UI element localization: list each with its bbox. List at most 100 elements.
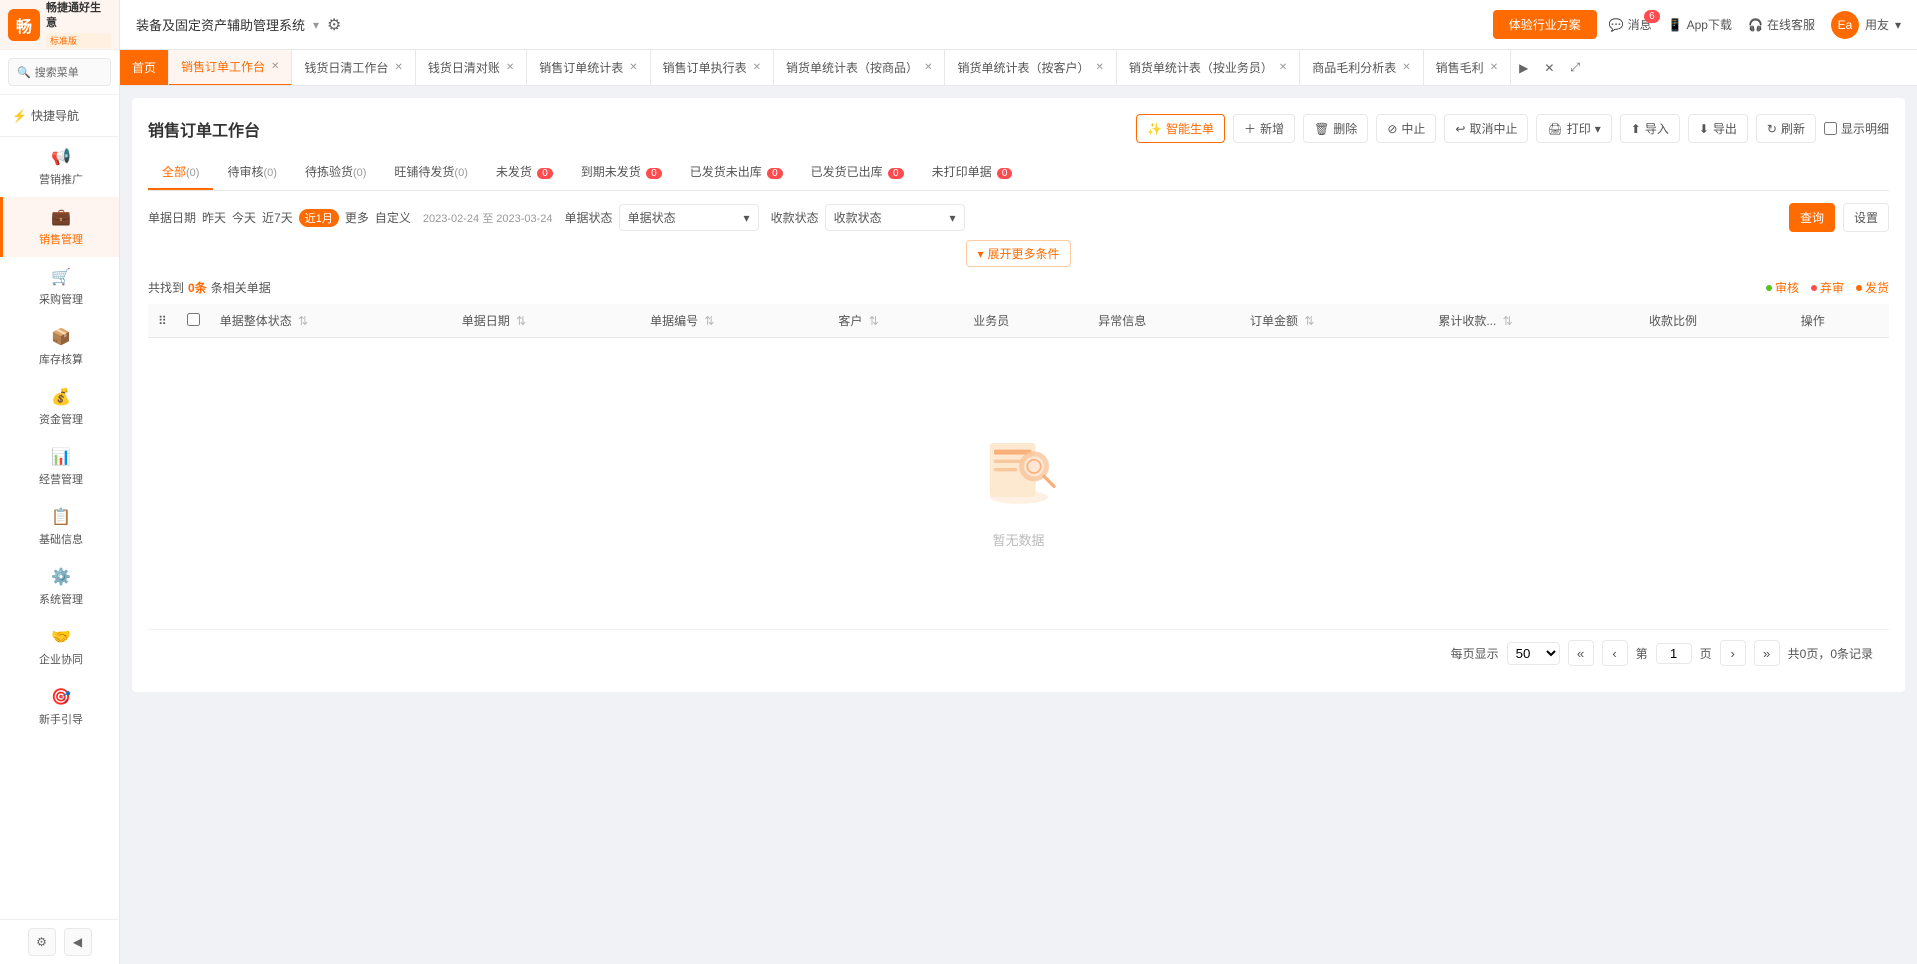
select-all-checkbox[interactable] xyxy=(187,313,200,326)
smart-generate-button[interactable]: ✨ 智能生单 xyxy=(1136,114,1225,143)
sidebar-item-newbie[interactable]: 🎯 新手引导 xyxy=(0,677,119,737)
purchase-label: 采购管理 xyxy=(39,291,83,307)
tab-sales-stat-staff-close[interactable]: ✕ xyxy=(1279,62,1287,73)
tab-sales-workbench-close[interactable]: ✕ xyxy=(271,61,279,72)
app-download-button[interactable]: 📱 App下载 xyxy=(1668,16,1732,33)
sidebar-item-inventory[interactable]: 📦 库存核算 xyxy=(0,317,119,377)
tabs-maximize-button[interactable]: ⤢ xyxy=(1562,50,1588,86)
header-settings-icon[interactable]: ⚙ xyxy=(327,15,341,35)
sub-tab-not-printed[interactable]: 未打印单据 0 xyxy=(918,155,1027,190)
industry-solution-button[interactable]: 体验行业方案 xyxy=(1493,10,1597,39)
page-size-select[interactable]: 50 10 20 100 xyxy=(1507,642,1560,665)
message-button[interactable]: 💬 消息 6 xyxy=(1609,16,1652,33)
date-custom[interactable]: 自定义 xyxy=(375,209,411,227)
sub-tab-wangpu[interactable]: 旺铺待发货(0) xyxy=(380,155,481,190)
tab-cash-daily-close[interactable]: ✕ xyxy=(394,62,402,73)
th-status[interactable]: 单据整体状态 ⇅ xyxy=(210,304,452,338)
tab-cash-reconcile-close[interactable]: ✕ xyxy=(506,62,514,73)
query-button[interactable]: 查询 xyxy=(1789,203,1835,232)
th-number[interactable]: 单据编号 ⇅ xyxy=(640,304,828,338)
search-menu-button[interactable]: 🔍 搜索菜单 xyxy=(8,58,111,86)
table-scroll-container[interactable]: ⠿ 单据整体状态 ⇅ 单据日期 ⇅ xyxy=(148,304,1889,338)
sidebar-item-finance[interactable]: 💰 资金管理 xyxy=(0,377,119,437)
tab-sales-stat-product[interactable]: 销货单统计表（按商品） ✕ xyxy=(774,50,945,86)
tabs-close-all-button[interactable]: ✕ xyxy=(1536,50,1562,86)
tab-sales-stats-close[interactable]: ✕ xyxy=(629,62,637,73)
payment-select[interactable]: 收款状态 ▾ xyxy=(825,204,965,231)
sidebar-item-marketing[interactable]: 📢 营销推广 xyxy=(0,137,119,197)
page-input[interactable] xyxy=(1656,643,1692,664)
user-area[interactable]: Ea 用友 ▾ xyxy=(1831,11,1901,39)
settings-button[interactable]: 设置 xyxy=(1843,203,1889,232)
sub-tab-shipped-not-out[interactable]: 已发货未出库 0 xyxy=(676,155,797,190)
tab-sales-profit[interactable]: 销售毛利 ✕ xyxy=(1424,50,1511,86)
export-button[interactable]: ⬇ 导出 xyxy=(1688,114,1748,143)
print-icon: 🖨 xyxy=(1547,122,1562,136)
tab-sales-stat-product-close[interactable]: ✕ xyxy=(924,62,932,73)
sidebar-item-system[interactable]: ⚙️ 系统管理 xyxy=(0,557,119,617)
expand-filter-button[interactable]: ▾ 展开更多条件 xyxy=(966,240,1070,267)
sidebar-item-purchase[interactable]: 🛒 采购管理 xyxy=(0,257,119,317)
sub-tab-overdue-not-shipped[interactable]: 到期未发货 0 xyxy=(567,155,676,190)
sub-tab-not-shipped[interactable]: 未发货 0 xyxy=(482,155,567,190)
add-button[interactable]: ＋ 新增 xyxy=(1233,114,1295,143)
date-1month[interactable]: 近1月 xyxy=(299,209,339,227)
sidebar-item-enterprise[interactable]: 🤝 企业协同 xyxy=(0,617,119,677)
last-page-button[interactable]: » xyxy=(1754,640,1780,666)
prev-page-button[interactable]: ‹ xyxy=(1602,640,1628,666)
sub-tab-pending-review[interactable]: 待审核(0) xyxy=(213,155,290,190)
tab-home[interactable]: 首页 xyxy=(120,50,169,86)
cancel-stop-button[interactable]: ↩ 取消中止 xyxy=(1444,114,1528,143)
ship-quick-link[interactable]: 发货 xyxy=(1856,279,1889,296)
tab-sales-profit-close[interactable]: ✕ xyxy=(1490,62,1498,73)
show-detail-checkbox[interactable] xyxy=(1824,122,1837,135)
delete-button[interactable]: 🗑 删除 xyxy=(1303,114,1368,143)
tab-sales-stat-staff[interactable]: 销货单统计表（按业务员） ✕ xyxy=(1117,50,1300,86)
th-amount[interactable]: 订单金额 ⇅ xyxy=(1240,304,1428,338)
tabs-more-button[interactable]: ▶ xyxy=(1511,50,1536,86)
show-detail-label[interactable]: 显示明细 xyxy=(1824,120,1889,137)
status-select[interactable]: 单据状态 ▾ xyxy=(619,204,759,231)
th-collected[interactable]: 累计收款... ⇅ xyxy=(1428,304,1639,338)
date-today[interactable]: 今天 xyxy=(232,209,256,227)
review-quick-link[interactable]: 审核 xyxy=(1766,279,1799,296)
quick-nav-item[interactable]: ⚡ 快捷导航 xyxy=(8,101,111,130)
refresh-button[interactable]: ↻ 刷新 xyxy=(1756,114,1816,143)
tab-sales-stat-staff-label: 销货单统计表（按业务员） xyxy=(1129,59,1273,76)
tab-goods-margin-close[interactable]: ✕ xyxy=(1402,62,1410,73)
print-button[interactable]: 🖨 打印 ▾ xyxy=(1536,114,1611,143)
date-yesterday[interactable]: 昨天 xyxy=(202,209,226,227)
tab-sales-stat-customer[interactable]: 销货单统计表（按客户） ✕ xyxy=(945,50,1116,86)
tab-goods-margin[interactable]: 商品毛利分析表 ✕ xyxy=(1300,50,1423,86)
collapse-footer-button[interactable]: ◀ xyxy=(64,928,92,956)
tab-cash-reconcile-label: 钱货日清对账 xyxy=(428,59,500,76)
tab-cash-daily[interactable]: 钱货日清工作台 ✕ xyxy=(292,50,415,86)
payment-filter-item: 收款状态 收款状态 ▾ xyxy=(771,204,965,231)
tab-sales-exec[interactable]: 销售订单执行表 ✕ xyxy=(651,50,774,86)
sidebar-item-operations[interactable]: 📊 经营管理 xyxy=(0,437,119,497)
tab-sales-stat-customer-close[interactable]: ✕ xyxy=(1095,62,1103,73)
settings-footer-button[interactable]: ⚙ xyxy=(28,928,56,956)
date-7days[interactable]: 近7天 xyxy=(262,209,293,227)
newbie-label: 新手引导 xyxy=(39,711,83,727)
online-service-button[interactable]: 🎧 在线客服 xyxy=(1748,16,1815,33)
sub-tab-pending-inspect[interactable]: 待拣验货(0) xyxy=(291,155,380,190)
next-page-button[interactable]: › xyxy=(1720,640,1746,666)
tab-sales-exec-close[interactable]: ✕ xyxy=(753,62,761,73)
th-customer[interactable]: 客户 ⇅ xyxy=(828,304,963,338)
sub-tab-shipped-not-out-label: 已发货未出库 xyxy=(690,165,762,179)
th-exception: 异常信息 xyxy=(1088,304,1240,338)
date-more[interactable]: 更多 xyxy=(345,209,369,227)
sub-tab-shipped-out[interactable]: 已发货已出库 0 xyxy=(797,155,918,190)
tab-sales-stats[interactable]: 销售订单统计表 ✕ xyxy=(527,50,650,86)
sidebar-item-basic[interactable]: 📋 基础信息 xyxy=(0,497,119,557)
tab-cash-reconcile[interactable]: 钱货日清对账 ✕ xyxy=(416,50,527,86)
unreview-quick-link[interactable]: 弃审 xyxy=(1811,279,1844,296)
sub-tab-all[interactable]: 全部(0) xyxy=(148,155,213,190)
stop-button[interactable]: ⊘ 中止 xyxy=(1376,114,1436,143)
import-button[interactable]: ⬆ 导入 xyxy=(1620,114,1680,143)
first-page-button[interactable]: « xyxy=(1568,640,1594,666)
th-date[interactable]: 单据日期 ⇅ xyxy=(452,304,640,338)
sidebar-item-sales[interactable]: 💼 销售管理 xyxy=(0,197,119,257)
tab-sales-workbench[interactable]: 销售订单工作台 ✕ xyxy=(169,50,292,86)
